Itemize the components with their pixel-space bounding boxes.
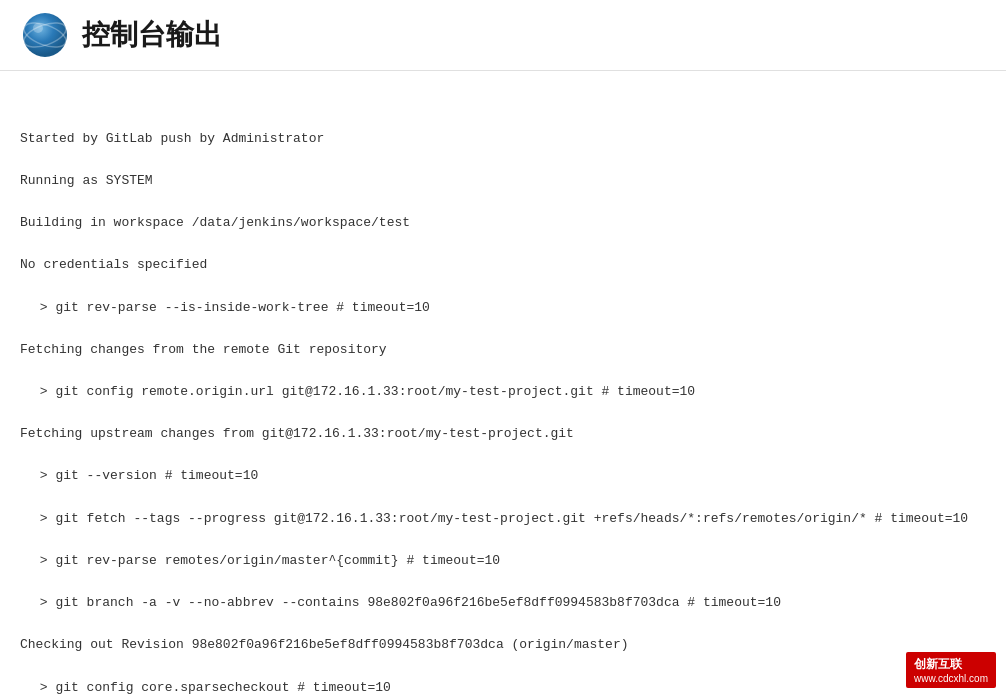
console-line: > git rev-parse remotes/origin/master^{c… xyxy=(20,550,986,571)
console-line: > git rev-parse --is-inside-work-tree # … xyxy=(20,297,986,318)
console-line: Fetching changes from the remote Git rep… xyxy=(20,339,986,360)
header: 控制台输出 xyxy=(0,0,1006,71)
watermark-line2: www.cdcxhl.com xyxy=(914,673,988,684)
svg-point-3 xyxy=(33,23,43,33)
console-line: > git fetch --tags --progress git@172.16… xyxy=(20,508,986,529)
content-area: Started by GitLab push by Administrator … xyxy=(0,71,1006,698)
console-icon xyxy=(20,10,70,60)
watermark-line1: 创新互联 xyxy=(914,656,988,673)
console-line: Started by GitLab push by Administrator xyxy=(20,128,986,149)
console-line: > git branch -a -v --no-abbrev --contain… xyxy=(20,592,986,613)
page-container: 控制台输出 Started by GitLab push by Administ… xyxy=(0,0,1006,698)
console-line: Running as SYSTEM xyxy=(20,170,986,191)
svg-point-0 xyxy=(23,13,67,57)
page-title: 控制台输出 xyxy=(82,16,222,54)
watermark: 创新互联 www.cdcxhl.com xyxy=(906,652,996,688)
console-line: > git config remote.origin.url git@172.1… xyxy=(20,381,986,402)
console-line: No credentials specified xyxy=(20,254,986,275)
console-line: Building in workspace /data/jenkins/work… xyxy=(20,212,986,233)
console-line: Fetching upstream changes from git@172.1… xyxy=(20,423,986,444)
console-line: > git --version # timeout=10 xyxy=(20,465,986,486)
console-line: Checking out Revision 98e802f0a96f216be5… xyxy=(20,634,986,655)
console-output: Started by GitLab push by Administrator … xyxy=(20,86,986,698)
console-line: > git config core.sparsecheckout # timeo… xyxy=(20,677,986,698)
